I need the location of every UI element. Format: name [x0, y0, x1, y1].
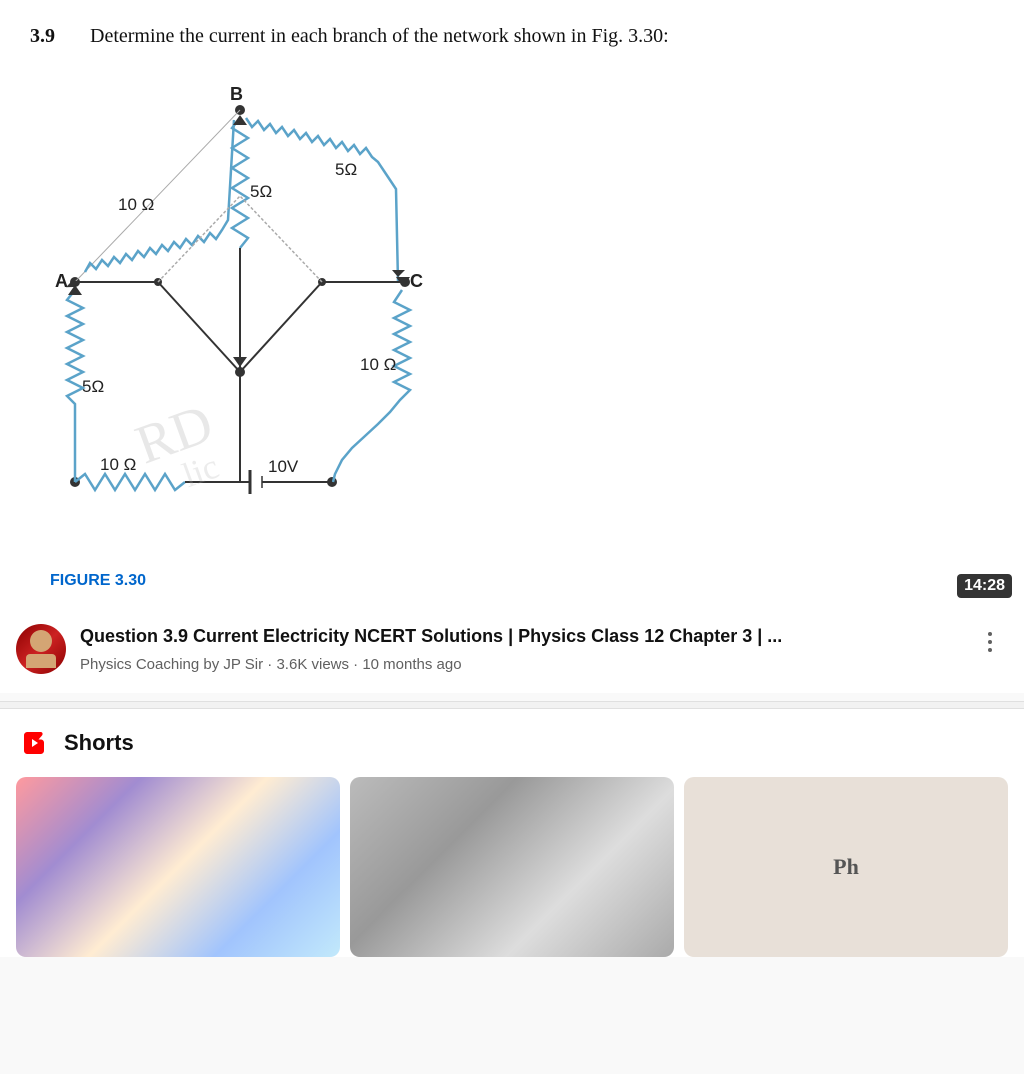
label-10ohm-rightside: 10 Ω [360, 355, 396, 374]
three-dots-icon [988, 632, 992, 652]
dot-3 [988, 648, 992, 652]
circuit-diagram: 3.9 Determine the current in each branch… [0, 0, 1024, 610]
figure-caption: FIGURE 3.30 [30, 572, 994, 590]
video-text-info: Question 3.9 Current Electricity NCERT S… [80, 624, 958, 677]
label-5ohm-topright: 5Ω [335, 160, 357, 179]
shorts-title: Shorts [64, 730, 134, 756]
problem-number: 3.9 [30, 25, 55, 47]
video-title[interactable]: Question 3.9 Current Electricity NCERT S… [80, 624, 958, 649]
label-10ohm-topleft: 10 Ω [118, 195, 154, 214]
problem-text: 3.9 Determine the current in each branch… [30, 20, 994, 52]
label-10v-source: 10V [268, 457, 299, 476]
avatar-face [30, 630, 52, 652]
label-10ohm-bottom-wire: 10 Ω [100, 455, 136, 474]
circuit-svg-wrapper: 10 Ω 5Ω 5Ω 10 Ω [30, 62, 994, 562]
video-meta: Physics Coaching by JP Sir · 3.6K views … [80, 654, 958, 677]
avatar-body [26, 654, 56, 668]
avatar-image [16, 624, 66, 674]
short-thumbnail-1[interactable] [16, 777, 340, 957]
circuit-svg: 10 Ω 5Ω 5Ω 10 Ω [50, 62, 430, 562]
short-thumbnail-2[interactable] [350, 777, 674, 957]
section-divider [0, 701, 1024, 709]
node-label-B: B [230, 84, 243, 104]
dot-2 [988, 640, 992, 644]
video-info-row: Question 3.9 Current Electricity NCERT S… [0, 610, 1024, 693]
video-card: 3.9 Determine the current in each branch… [0, 0, 1024, 693]
more-options-button[interactable] [972, 624, 1008, 660]
shorts-icon [16, 725, 52, 761]
node-label-C: C [410, 271, 423, 291]
shorts-grid: Ph [16, 777, 1008, 957]
short-thumbnail-3[interactable]: Ph [684, 777, 1008, 957]
short-thumb-3-text: Ph [833, 854, 859, 880]
node-label-A: A [55, 271, 68, 291]
thumbnail-container[interactable]: 3.9 Determine the current in each branch… [0, 0, 1024, 610]
shorts-section: Shorts Ph [0, 709, 1024, 957]
duration-badge: 14:28 [957, 574, 1012, 598]
shorts-header: Shorts [16, 725, 1008, 761]
problem-statement: Determine the current in each branch of … [90, 25, 669, 47]
label-5ohm-inner-vert: 5Ω [250, 182, 272, 201]
label-5ohm-left-side: 5Ω [82, 377, 104, 396]
dot-1 [988, 632, 992, 636]
channel-avatar[interactable] [16, 624, 66, 674]
